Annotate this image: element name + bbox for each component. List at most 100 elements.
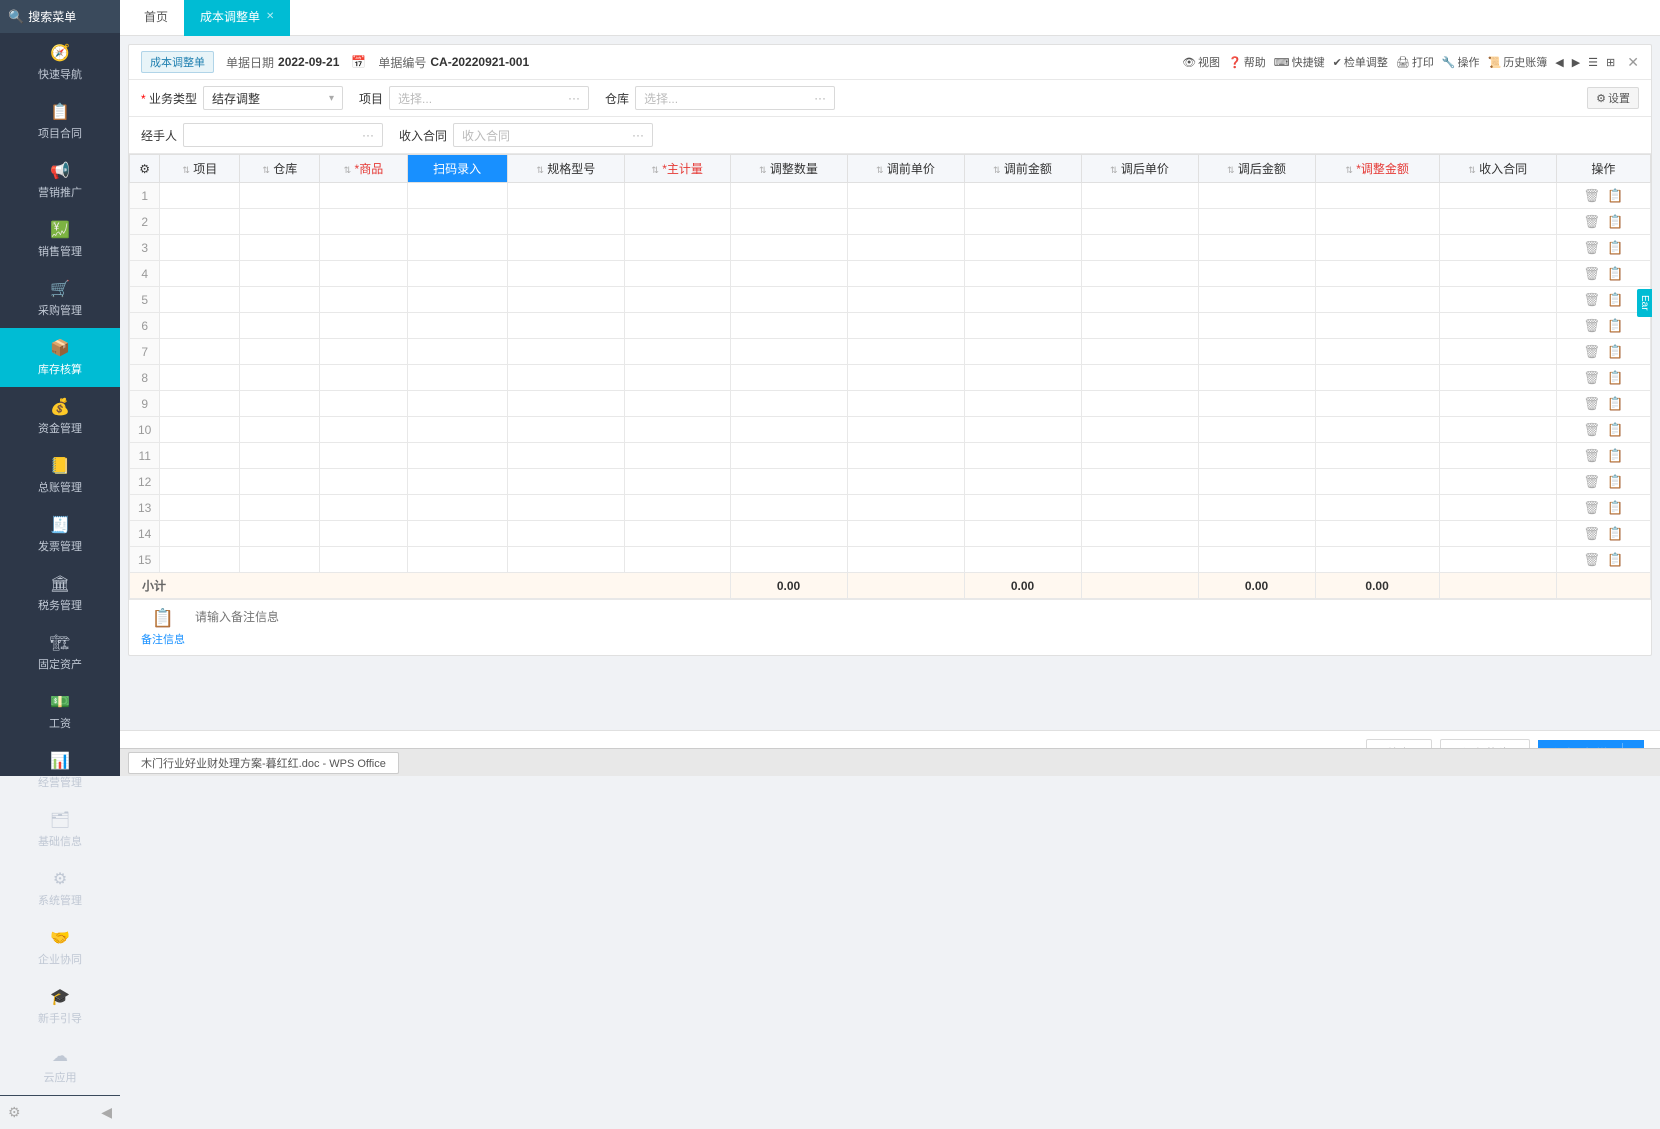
cell-post-price[interactable] bbox=[1081, 261, 1198, 287]
sidebar-item-new-guide[interactable]: 🎓 新手引导 bbox=[0, 977, 120, 1036]
sidebar-item-quick-nav[interactable]: 🧭 快速导航 bbox=[0, 33, 120, 92]
cell-adj-qty[interactable] bbox=[730, 469, 847, 495]
cell-adj-amt[interactable] bbox=[1315, 469, 1439, 495]
cell-unit[interactable] bbox=[624, 547, 730, 573]
cell-post-amt[interactable] bbox=[1198, 547, 1315, 573]
cell-pre-price[interactable] bbox=[847, 261, 964, 287]
cell-spec[interactable] bbox=[507, 495, 624, 521]
cell-warehouse[interactable] bbox=[240, 469, 320, 495]
cell-unit[interactable] bbox=[624, 443, 730, 469]
cell-spec[interactable] bbox=[507, 417, 624, 443]
print-btn[interactable]: 🖨 打印 bbox=[1396, 54, 1434, 70]
cell-post-price[interactable] bbox=[1081, 443, 1198, 469]
cell-post-amt[interactable] bbox=[1198, 521, 1315, 547]
row-delete-icon[interactable]: 🗑 bbox=[1583, 188, 1600, 203]
cell-scan[interactable] bbox=[407, 339, 507, 365]
tab-close-icon[interactable]: ✕ bbox=[266, 11, 274, 22]
cell-post-price[interactable] bbox=[1081, 235, 1198, 261]
sidebar-item-ledger-mgmt[interactable]: 📒 总账管理 bbox=[0, 446, 120, 505]
notes-icon-wrap[interactable]: 📋 备注信息 bbox=[141, 608, 185, 647]
cell-goods[interactable] bbox=[320, 339, 407, 365]
cell-pre-price[interactable] bbox=[847, 339, 964, 365]
warehouse-input[interactable]: 选择... ··· bbox=[635, 86, 835, 110]
nav-prev-btn[interactable]: ◀ bbox=[1555, 56, 1563, 69]
cell-scan[interactable] bbox=[407, 287, 507, 313]
income-contract-input[interactable]: 收入合同 ··· bbox=[453, 123, 653, 147]
cell-adj-qty[interactable] bbox=[730, 417, 847, 443]
cell-unit[interactable] bbox=[624, 261, 730, 287]
cell-pre-price[interactable] bbox=[847, 547, 964, 573]
cell-scan[interactable] bbox=[407, 261, 507, 287]
cell-spec[interactable] bbox=[507, 235, 624, 261]
cell-scan[interactable] bbox=[407, 235, 507, 261]
cell-adj-qty[interactable] bbox=[730, 339, 847, 365]
cell-unit[interactable] bbox=[624, 469, 730, 495]
cell-adj-amt[interactable] bbox=[1315, 339, 1439, 365]
row-delete-icon[interactable]: 🗑 bbox=[1583, 526, 1600, 541]
cell-unit[interactable] bbox=[624, 183, 730, 209]
cell-unit[interactable] bbox=[624, 209, 730, 235]
cell-pre-price[interactable] bbox=[847, 469, 964, 495]
cell-post-amt[interactable] bbox=[1198, 183, 1315, 209]
cell-goods[interactable] bbox=[320, 261, 407, 287]
cell-warehouse[interactable] bbox=[240, 339, 320, 365]
cell-pre-price[interactable] bbox=[847, 521, 964, 547]
cell-income-contract[interactable] bbox=[1439, 417, 1556, 443]
row-copy-icon[interactable]: 📋 bbox=[1607, 344, 1623, 359]
cell-post-amt[interactable] bbox=[1198, 417, 1315, 443]
cell-goods[interactable] bbox=[320, 183, 407, 209]
cell-adj-amt[interactable] bbox=[1315, 391, 1439, 417]
cell-adj-amt[interactable] bbox=[1315, 261, 1439, 287]
cell-post-price[interactable] bbox=[1081, 339, 1198, 365]
cell-adj-amt[interactable] bbox=[1315, 417, 1439, 443]
row-copy-icon[interactable]: 📋 bbox=[1607, 318, 1623, 333]
sidebar-item-salary[interactable]: 💵 工资 bbox=[0, 682, 120, 741]
cell-adj-amt[interactable] bbox=[1315, 443, 1439, 469]
cell-project[interactable] bbox=[160, 313, 240, 339]
collapse-icon[interactable]: ◀ bbox=[101, 1104, 112, 1121]
cell-income-contract[interactable] bbox=[1439, 365, 1556, 391]
cell-adj-amt[interactable] bbox=[1315, 365, 1439, 391]
cell-pre-price[interactable] bbox=[847, 391, 964, 417]
cell-goods[interactable] bbox=[320, 287, 407, 313]
row-copy-icon[interactable]: 📋 bbox=[1607, 422, 1623, 437]
cell-pre-amt[interactable] bbox=[964, 495, 1081, 521]
cell-warehouse[interactable] bbox=[240, 209, 320, 235]
cell-warehouse[interactable] bbox=[240, 365, 320, 391]
calendar-icon[interactable]: 📅 bbox=[351, 55, 366, 69]
cell-pre-amt[interactable] bbox=[964, 417, 1081, 443]
cell-spec[interactable] bbox=[507, 443, 624, 469]
operations-btn[interactable]: 🔧 操作 bbox=[1442, 54, 1480, 70]
cell-post-price[interactable] bbox=[1081, 313, 1198, 339]
sidebar-item-fixed-assets[interactable]: 🏗 固定资产 bbox=[0, 623, 120, 682]
cell-warehouse[interactable] bbox=[240, 443, 320, 469]
cell-unit[interactable] bbox=[624, 417, 730, 443]
cell-post-price[interactable] bbox=[1081, 547, 1198, 573]
cell-post-amt[interactable] bbox=[1198, 365, 1315, 391]
cell-adj-amt[interactable] bbox=[1315, 183, 1439, 209]
cell-post-price[interactable] bbox=[1081, 469, 1198, 495]
cell-pre-price[interactable] bbox=[847, 443, 964, 469]
cell-warehouse[interactable] bbox=[240, 547, 320, 573]
cell-goods[interactable] bbox=[320, 521, 407, 547]
cell-adj-qty[interactable] bbox=[730, 183, 847, 209]
row-delete-icon[interactable]: 🗑 bbox=[1583, 448, 1600, 463]
cell-post-amt[interactable] bbox=[1198, 313, 1315, 339]
cell-spec[interactable] bbox=[507, 313, 624, 339]
cell-post-price[interactable] bbox=[1081, 391, 1198, 417]
cell-project[interactable] bbox=[160, 365, 240, 391]
sidebar-item-project-contract[interactable]: 📋 项目合同 bbox=[0, 92, 120, 151]
cell-scan[interactable] bbox=[407, 495, 507, 521]
cell-post-price[interactable] bbox=[1081, 495, 1198, 521]
taskbar-wps-item[interactable]: 木门行业好业财处理方案-暮红红.doc - WPS Office bbox=[128, 752, 399, 774]
cell-scan[interactable] bbox=[407, 391, 507, 417]
cell-spec[interactable] bbox=[507, 547, 624, 573]
row-copy-icon[interactable]: 📋 bbox=[1607, 266, 1623, 281]
cell-warehouse[interactable] bbox=[240, 417, 320, 443]
cell-goods[interactable] bbox=[320, 365, 407, 391]
cell-goods[interactable] bbox=[320, 209, 407, 235]
row-copy-icon[interactable]: 📋 bbox=[1607, 500, 1623, 515]
sidebar-item-purchase-mgmt[interactable]: 🛒 采购管理 bbox=[0, 269, 120, 328]
cell-income-contract[interactable] bbox=[1439, 261, 1556, 287]
cell-warehouse[interactable] bbox=[240, 235, 320, 261]
